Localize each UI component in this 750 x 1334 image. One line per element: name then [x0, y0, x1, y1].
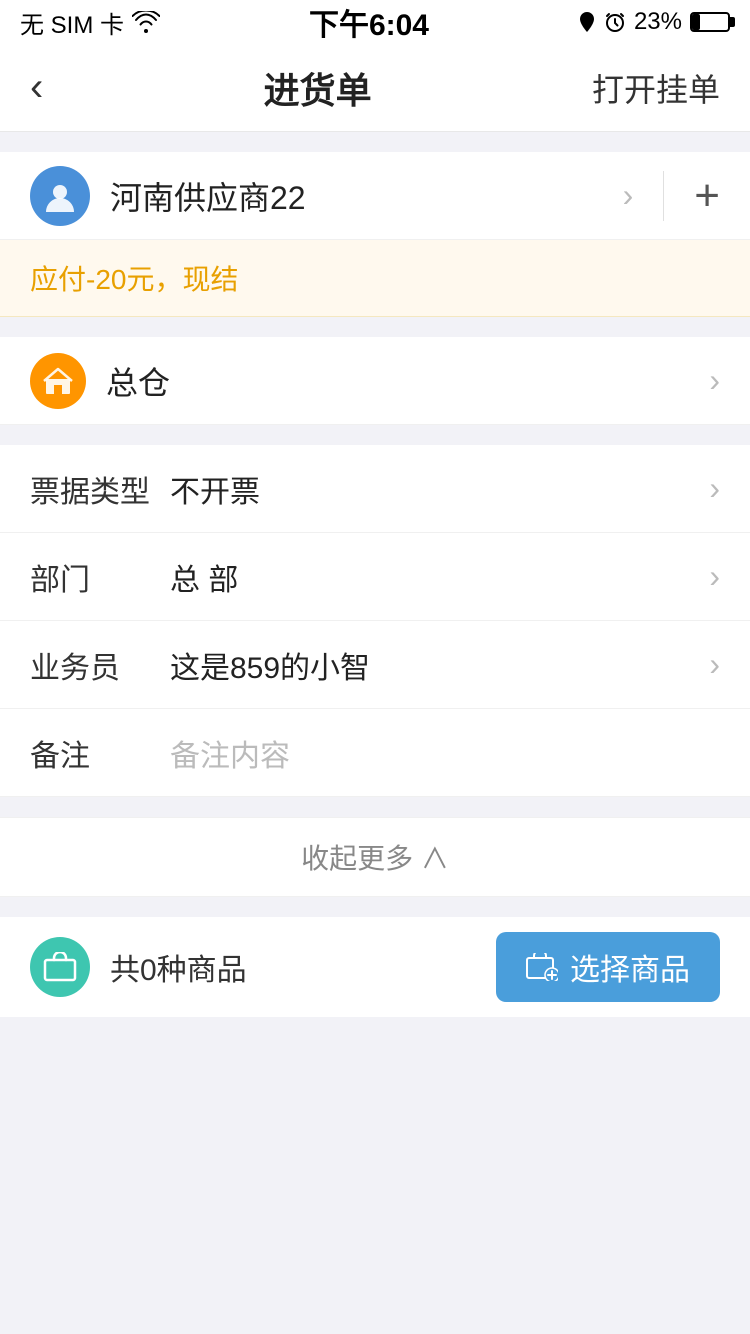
warehouse-chevron-icon: ›	[709, 362, 720, 399]
product-icon	[30, 937, 90, 997]
battery-percent: 23%	[634, 8, 682, 36]
status-left: 无 SIM 卡	[20, 5, 160, 40]
invoice-value: 不开票	[170, 467, 709, 511]
open-pending-button[interactable]: 打开挂单	[592, 65, 720, 111]
warehouse-name: 总仓	[106, 358, 709, 404]
vertical-divider	[663, 171, 664, 221]
select-product-label: 选择商品	[570, 945, 690, 989]
select-product-button[interactable]: 选择商品	[496, 932, 720, 1002]
supplier-section: 河南供应商22 › + 应付-20元，现结	[0, 152, 750, 317]
product-bar: 共0种商品 选择商品	[0, 917, 750, 1017]
select-product-icon	[526, 953, 558, 981]
supplier-row[interactable]: 河南供应商22 › +	[0, 152, 750, 240]
back-button[interactable]: ‹	[30, 65, 43, 110]
location-icon	[578, 11, 596, 33]
alarm-icon	[604, 11, 626, 33]
notice-bar: 应付-20元，现结	[0, 240, 750, 317]
status-bar: 无 SIM 卡 下午6:04 23%	[0, 0, 750, 44]
remark-row[interactable]: 备注 备注内容	[0, 709, 750, 797]
department-chevron-icon: ›	[709, 558, 720, 595]
sales-label: 业务员	[30, 643, 170, 687]
page-title: 进货单	[264, 62, 372, 114]
supplier-actions: › +	[623, 171, 720, 221]
section-divider-2	[0, 317, 750, 337]
section-divider-1	[0, 132, 750, 152]
status-time: 下午6:04	[309, 0, 429, 44]
product-count: 共0种商品	[110, 945, 496, 989]
battery-icon	[690, 12, 730, 32]
collapse-label: 收起更多 ∧	[301, 837, 449, 877]
remark-input[interactable]: 备注内容	[170, 731, 720, 775]
sales-value: 这是859的小智	[170, 643, 709, 687]
sales-chevron-icon: ›	[709, 646, 720, 683]
sales-row[interactable]: 业务员 这是859的小智 ›	[0, 621, 750, 709]
invoice-type-row[interactable]: 票据类型 不开票 ›	[0, 445, 750, 533]
add-icon[interactable]: +	[694, 174, 720, 218]
status-right: 23%	[578, 8, 730, 36]
department-value: 总 部	[170, 555, 709, 599]
carrier-text: 无 SIM 卡	[20, 5, 124, 40]
avatar	[30, 166, 90, 226]
wifi-icon	[132, 11, 160, 33]
supplier-name: 河南供应商22	[110, 173, 623, 219]
remark-label: 备注	[30, 731, 170, 775]
nav-bar: ‹ 进货单 打开挂单	[0, 44, 750, 132]
collapse-row[interactable]: 收起更多 ∧	[0, 817, 750, 897]
department-label: 部门	[30, 555, 170, 599]
chevron-right-icon: ›	[623, 177, 634, 214]
invoice-label: 票据类型	[30, 467, 170, 511]
form-section: 票据类型 不开票 › 部门 总 部 › 业务员 这是859的小智 › 备注 备注…	[0, 445, 750, 797]
warehouse-icon	[30, 353, 86, 409]
notice-text: 应付-20元，现结	[30, 264, 238, 295]
warehouse-row[interactable]: 总仓 ›	[0, 337, 750, 425]
department-row[interactable]: 部门 总 部 ›	[0, 533, 750, 621]
invoice-chevron-icon: ›	[709, 470, 720, 507]
